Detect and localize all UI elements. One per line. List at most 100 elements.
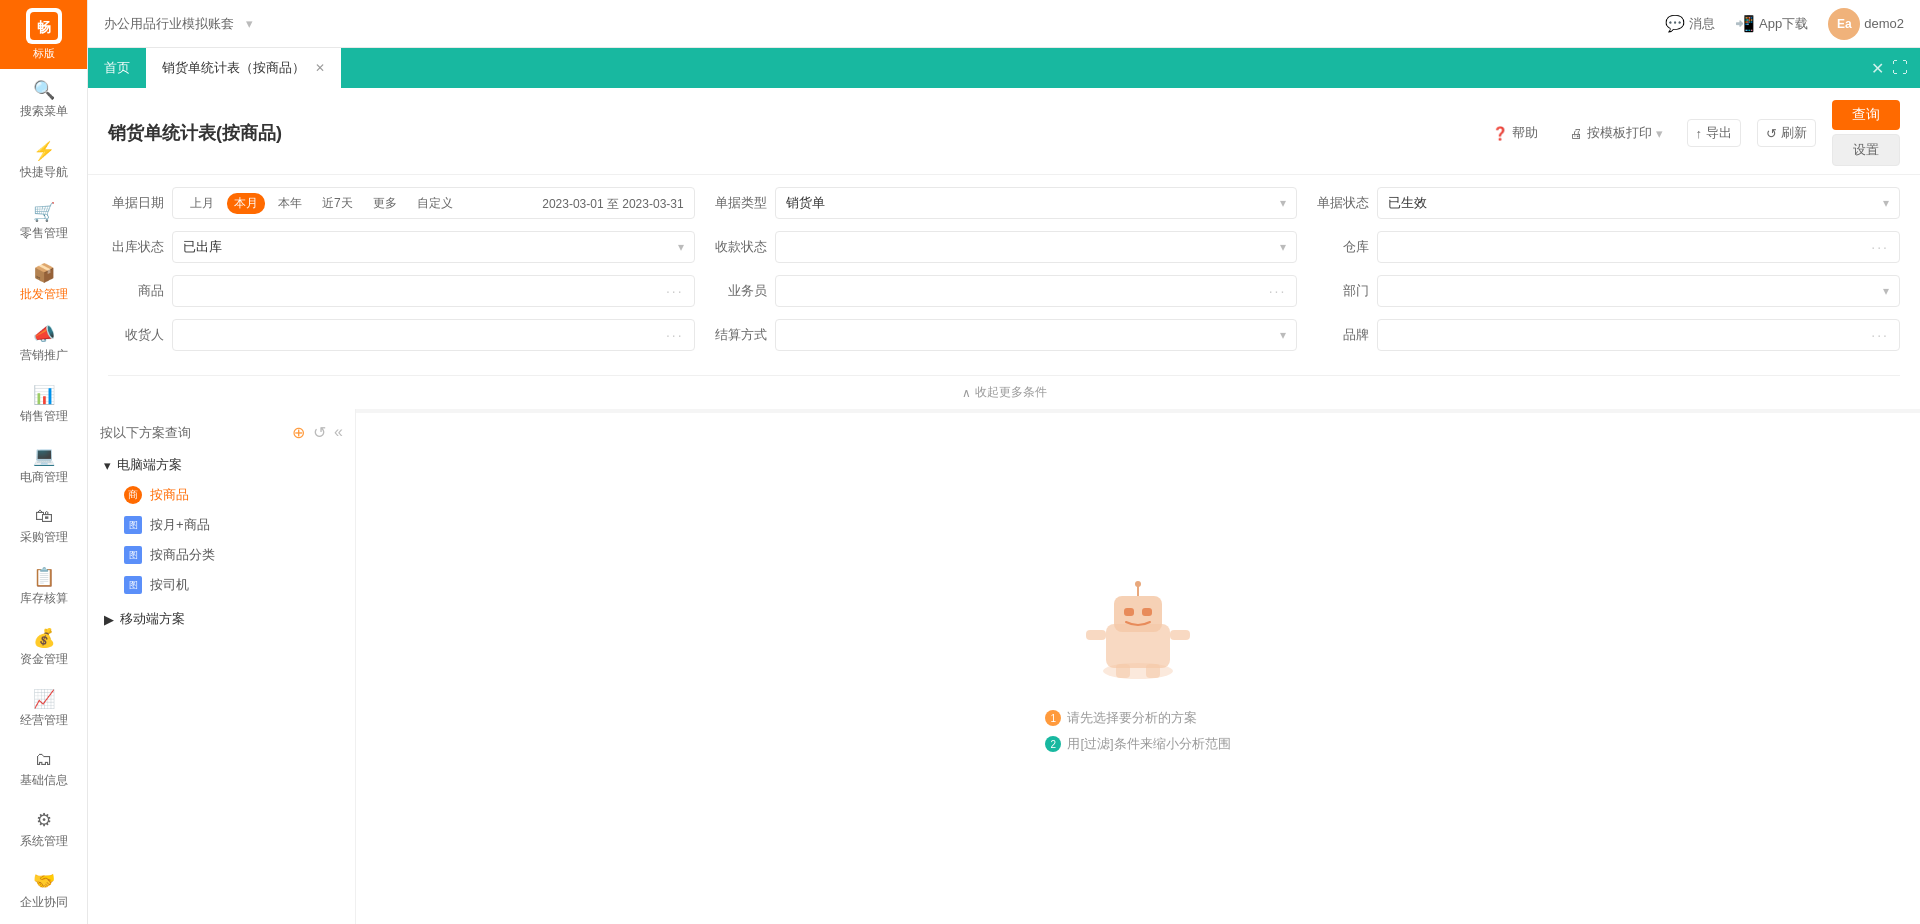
out-status-chevron-icon: ▾ (678, 240, 684, 254)
tree-group-mobile: ▶ 移动端方案 (96, 604, 347, 634)
sidebar-item-label: 营销推广 (20, 347, 68, 364)
sidebar-item-label: 销售管理 (20, 408, 68, 425)
scheme-panel-header: 按以下方案查询 ⊕ ↺ « (88, 419, 355, 450)
retail-icon: 🛒 (33, 201, 55, 223)
maximize-btn[interactable]: ⛶ (1892, 59, 1908, 77)
brand-label: 品牌 (1313, 326, 1377, 344)
date-pill-this-year[interactable]: 本年 (271, 193, 309, 214)
sidebar-item-ops[interactable]: 📈 经营管理 (0, 678, 87, 739)
sidebar-item-wholesale[interactable]: 📦 批发管理 (0, 252, 87, 313)
avatar: Ea (1828, 8, 1860, 40)
department-filter-item: 部门 ▾ (1313, 275, 1900, 307)
salesman-filter-item: 业务员 ··· (711, 275, 1298, 307)
sidebar-item-search[interactable]: 🔍 搜索菜单 (0, 69, 87, 130)
doc-type-value: 销货单 (786, 194, 825, 212)
logo-area: 畅 标版 (0, 0, 87, 69)
tree-item-by-goods[interactable]: 商 按商品 (96, 480, 347, 510)
salesman-control[interactable]: ··· (775, 275, 1298, 307)
warehouse-control[interactable]: ··· (1377, 231, 1900, 263)
filter-row-2: 出库状态 已出库 ▾ 收款状态 ▾ 仓库 (108, 231, 1900, 263)
empty-illustration (1078, 576, 1198, 689)
sidebar-item-finance[interactable]: 💰 资金管理 (0, 617, 87, 678)
by-month-goods-icon: 图 (124, 516, 142, 534)
message-btn[interactable]: 💬 消息 (1665, 14, 1715, 33)
goods-control[interactable]: ··· (172, 275, 695, 307)
tree-item-by-month-goods[interactable]: 图 按月+商品 (96, 510, 347, 540)
brand-dots-icon[interactable]: ··· (1871, 327, 1889, 343)
tree-group-mobile-header[interactable]: ▶ 移动端方案 (96, 604, 347, 634)
settlement-control[interactable]: ▾ (775, 319, 1298, 351)
doc-status-label: 单据状态 (1313, 194, 1377, 212)
logo-icon: 畅 (26, 8, 62, 44)
template-print-btn[interactable]: 🖨 按模板打印 ▾ (1562, 120, 1671, 146)
tree-item-by-printer[interactable]: 图 按司机 (96, 570, 347, 600)
date-pill-custom[interactable]: 自定义 (410, 193, 460, 214)
refresh-btn[interactable]: ↺ 刷新 (1757, 119, 1816, 147)
tree-item-by-goods-category[interactable]: 图 按商品分类 (96, 540, 347, 570)
sidebar-item-basic[interactable]: 🗂 基础信息 (0, 739, 87, 799)
sidebar-item-marketing[interactable]: 📣 营销推广 (0, 313, 87, 374)
user-area[interactable]: Ea demo2 (1828, 8, 1904, 40)
query-button[interactable]: 查询 (1832, 100, 1900, 130)
refresh-icon: ↺ (1766, 126, 1777, 141)
tab-bar: 首页 销货单统计表（按商品） ✕ ✕ ⛶ (88, 48, 1920, 88)
department-control[interactable]: ▾ (1377, 275, 1900, 307)
doc-type-control[interactable]: 销货单 ▾ (775, 187, 1298, 219)
sidebar-item-purchase[interactable]: 🛍 采购管理 (0, 496, 87, 556)
collapse-more-btn[interactable]: ∧ 收起更多条件 (108, 375, 1900, 409)
filter-section: 单据日期 上月 本月 本年 近7天 更多 自定义 2023-03-01 至 20… (88, 175, 1920, 409)
date-pill-this-month[interactable]: 本月 (227, 193, 265, 214)
industry-label: 办公用品行业模拟账套 (104, 15, 234, 33)
receiver-filter-item: 收货人 ··· (108, 319, 695, 351)
date-pill-7days[interactable]: 近7天 (315, 193, 360, 214)
sidebar-item-system[interactable]: ⚙ 系统管理 (0, 799, 87, 860)
collect-status-filter-item: 收款状态 ▾ (711, 231, 1298, 263)
tab-close-btn[interactable]: ✕ (315, 61, 325, 75)
svg-rect-12 (1146, 664, 1160, 678)
sidebar-item-ecom[interactable]: 💻 电商管理 (0, 435, 87, 496)
sidebar-item-inventory[interactable]: 📋 库存核算 (0, 556, 87, 617)
scheme-panel-icons: ⊕ ↺ « (292, 423, 343, 442)
tab-sales-stat[interactable]: 销货单统计表（按商品） ✕ (146, 48, 341, 88)
close-window-btn[interactable]: ✕ (1871, 59, 1884, 78)
sidebar-item-retail[interactable]: 🛒 零售管理 (0, 191, 87, 252)
basic-icon: 🗂 (35, 749, 53, 770)
help-icon: ❓ (1492, 126, 1508, 141)
date-filter-item: 单据日期 上月 本月 本年 近7天 更多 自定义 2023-03-01 至 20… (108, 187, 695, 219)
goods-dots-icon[interactable]: ··· (666, 283, 684, 299)
salesman-dots-icon[interactable]: ··· (1269, 283, 1287, 299)
tab-home[interactable]: 首页 (88, 48, 146, 88)
ecom-icon: 💻 (33, 445, 55, 467)
collapse-scheme-icon[interactable]: « (334, 423, 343, 442)
export-btn[interactable]: ↑ 导出 (1687, 119, 1742, 147)
receiver-dots-icon[interactable]: ··· (666, 327, 684, 343)
tip-text-2: 用[过滤]条件来缩小分析范围 (1067, 735, 1230, 753)
date-filter-control[interactable]: 上月 本月 本年 近7天 更多 自定义 2023-03-01 至 2023-03… (172, 187, 695, 219)
settings-button[interactable]: 设置 (1832, 134, 1900, 166)
receiver-control[interactable]: ··· (172, 319, 695, 351)
date-pill-prev-month[interactable]: 上月 (183, 193, 221, 214)
tree-group-desktop: ▾ 电脑端方案 商 按商品 图 按月+商品 (96, 450, 347, 600)
collect-status-chevron-icon: ▾ (1280, 240, 1286, 254)
tree-group-desktop-header[interactable]: ▾ 电脑端方案 (96, 450, 347, 480)
out-status-control[interactable]: 已出库 ▾ (172, 231, 695, 263)
collect-status-control[interactable]: ▾ (775, 231, 1298, 263)
date-range-text: 2023-03-01 至 2023-03-31 (542, 196, 683, 213)
dropdown-icon[interactable]: ▾ (246, 16, 253, 31)
by-printer-icon: 图 (124, 576, 142, 594)
topbar-right: 💬 消息 📲 App下载 Ea demo2 (1665, 8, 1904, 40)
add-scheme-icon[interactable]: ⊕ (292, 423, 305, 442)
sidebar-item-sales-mgmt[interactable]: 📊 销售管理 (0, 374, 87, 435)
sidebar-item-label: 搜索菜单 (20, 103, 68, 120)
refresh-scheme-icon[interactable]: ↺ (313, 423, 326, 442)
sidebar-item-enterprise[interactable]: 🤝 企业协同 (0, 860, 87, 921)
warehouse-dots-icon[interactable]: ··· (1871, 239, 1889, 255)
date-pill-more[interactable]: 更多 (366, 193, 404, 214)
brand-control[interactable]: ··· (1377, 319, 1900, 351)
doc-status-control[interactable]: 已生效 ▾ (1377, 187, 1900, 219)
help-btn[interactable]: ❓ 帮助 (1484, 120, 1546, 146)
print-chevron-icon: ▾ (1656, 126, 1663, 141)
app-download-btn[interactable]: 📲 App下载 (1735, 14, 1808, 33)
svg-rect-9 (1086, 630, 1106, 640)
sidebar-item-quicknav[interactable]: ⚡ 快捷导航 (0, 130, 87, 191)
